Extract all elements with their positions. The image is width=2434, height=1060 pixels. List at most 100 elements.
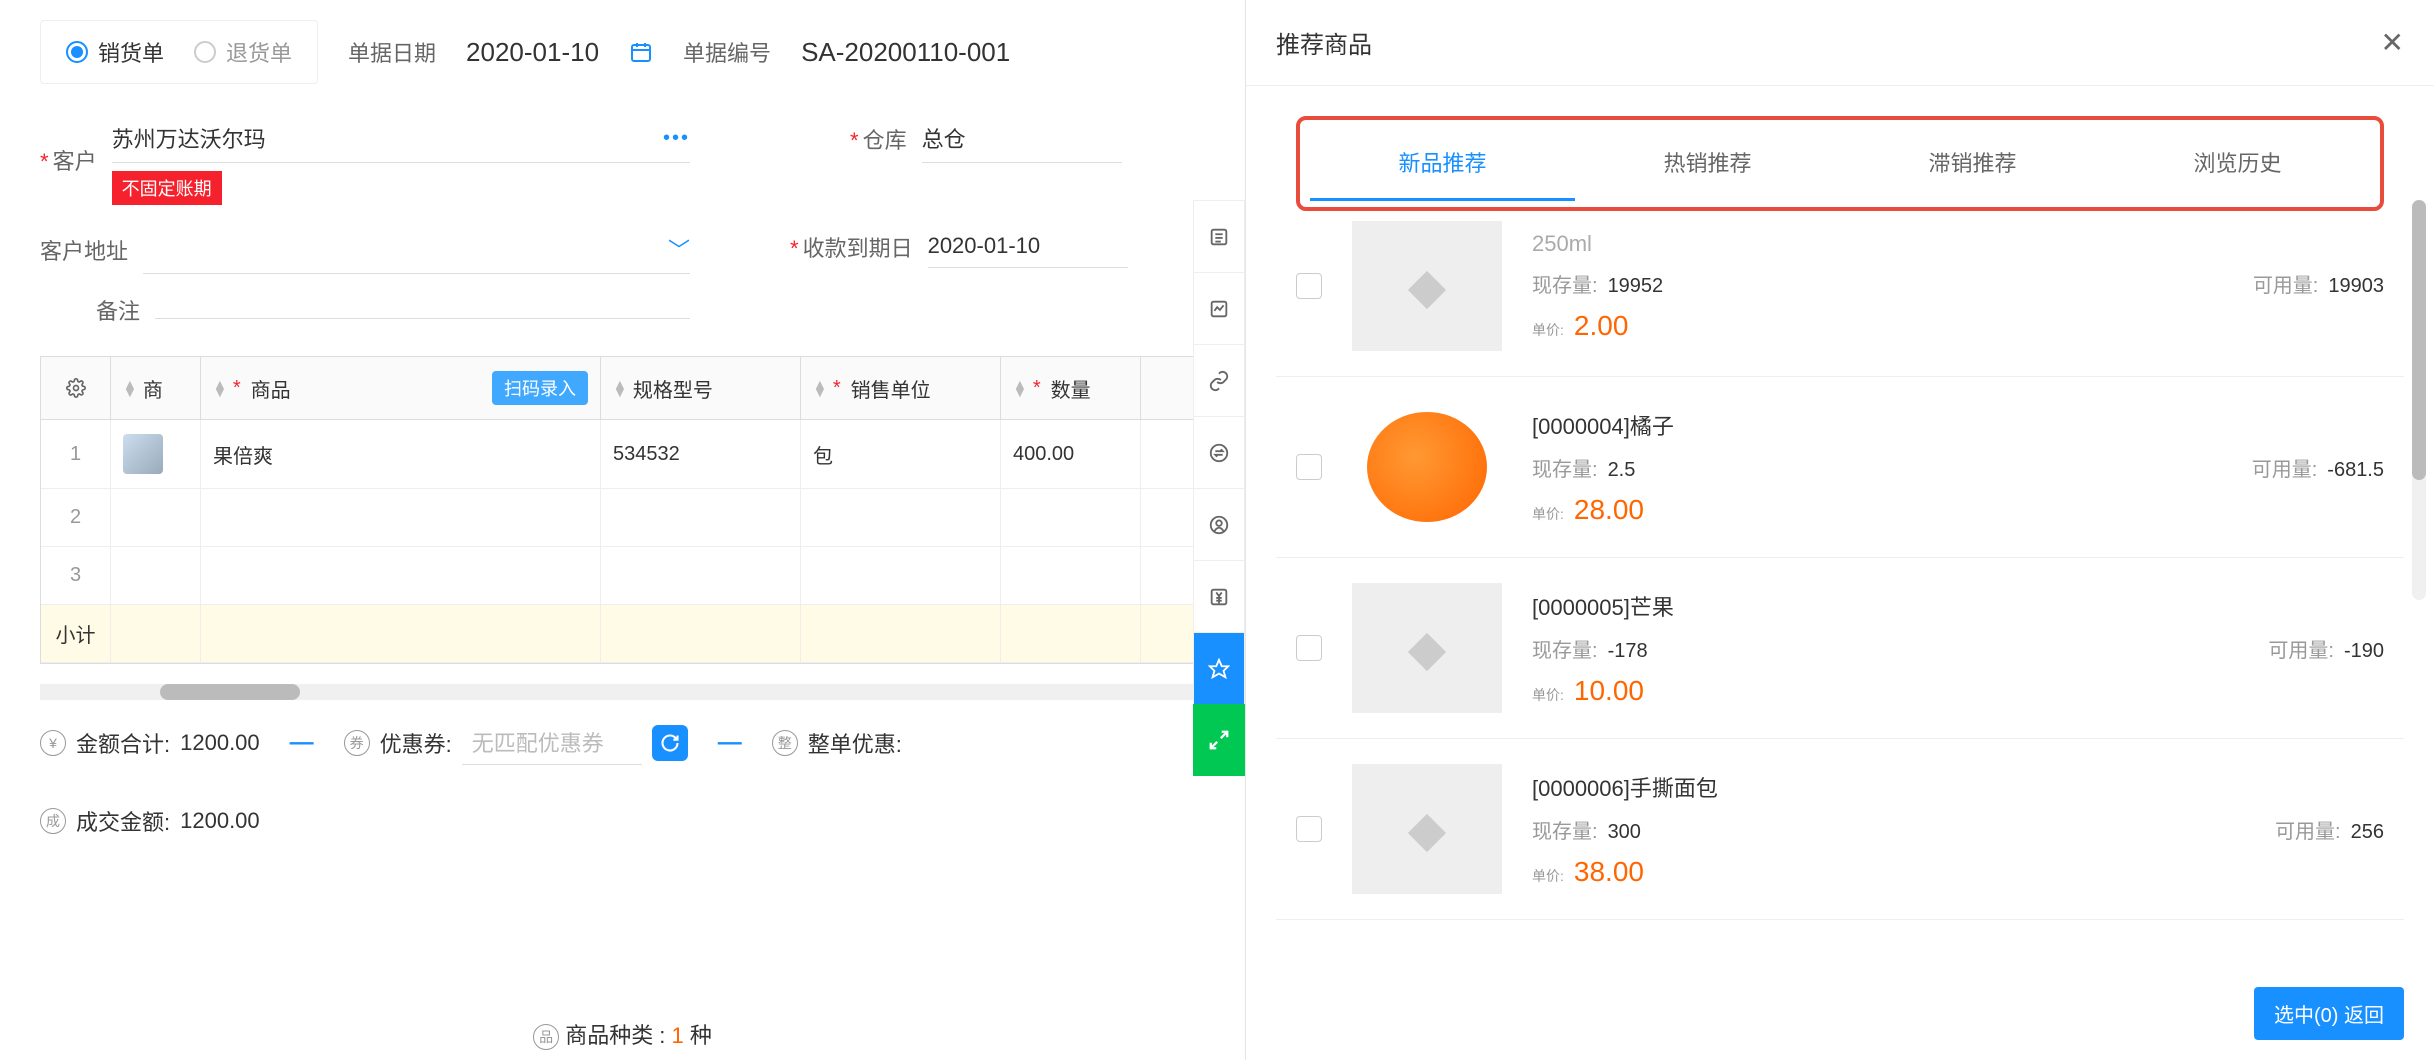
- gear-icon: [66, 378, 86, 398]
- table-row[interactable]: 3: [41, 547, 1204, 605]
- doc-no-value: SA-20200110-001: [801, 37, 1010, 68]
- tab-new[interactable]: 新品推荐: [1310, 126, 1575, 201]
- person-icon: [1208, 514, 1230, 536]
- due-input[interactable]: 2020-01-10: [928, 225, 1128, 268]
- product-info: 250ml 现存量:19952 可用量:19903 单价:2.00: [1532, 231, 2384, 342]
- table-row[interactable]: 1 果倍爽 534532 包 400.00: [41, 420, 1204, 489]
- table-row[interactable]: 2: [41, 489, 1204, 547]
- sort-icon: ▲▼: [1013, 380, 1027, 396]
- product-name: [0000006]手撕面包: [1532, 771, 2384, 803]
- product-name: 250ml: [1532, 231, 2384, 257]
- refresh-button[interactable]: [652, 725, 688, 761]
- cell-product[interactable]: 果倍爽: [201, 420, 601, 488]
- tab-slow[interactable]: 滞销推荐: [1840, 126, 2105, 201]
- warehouse-input[interactable]: 总仓: [922, 114, 1122, 163]
- select-return-button[interactable]: 选中(0) 返回: [2254, 987, 2404, 1040]
- close-icon[interactable]: ✕: [2381, 26, 2404, 59]
- remark-label: 备注: [96, 294, 140, 326]
- minus-icon: —: [718, 729, 742, 757]
- form-row-2: 客户地址 ﹀ *收款到期日 2020-01-10: [0, 215, 1245, 284]
- coupon-group: 券 优惠券: 无匹配优惠券: [344, 720, 688, 765]
- scan-button[interactable]: 扫码录入: [492, 371, 588, 405]
- cell-spec[interactable]: 534532: [601, 420, 801, 488]
- remark-input[interactable]: [155, 302, 690, 319]
- cell-qty[interactable]: 400.00: [1001, 420, 1141, 488]
- sort-icon: ▲▼: [813, 380, 827, 396]
- subtotal-label: 小计: [41, 605, 111, 662]
- row-number: 1: [41, 420, 111, 488]
- radio-return-order[interactable]: 退货单: [194, 36, 292, 68]
- tool-chart[interactable]: [1193, 272, 1245, 344]
- minus-icon: —: [290, 729, 314, 757]
- customer-input[interactable]: 苏州万达沃尔玛 •••: [112, 114, 690, 163]
- address-label: 客户地址: [40, 234, 128, 266]
- grid-header: ▲▼商 ▲▼*商品扫码录入 ▲▼规格型号 ▲▼*销售单位 ▲▼*数量: [41, 357, 1204, 420]
- whole-discount: 整 整单优惠:: [772, 727, 902, 759]
- discount-icon: 整: [772, 730, 798, 756]
- checkbox[interactable]: [1296, 454, 1322, 480]
- tab-history[interactable]: 浏览历史: [2105, 126, 2370, 201]
- checkbox[interactable]: [1296, 273, 1322, 299]
- customer-tag: 不固定账期: [112, 171, 222, 205]
- address-input[interactable]: ﹀: [143, 225, 690, 274]
- remark-group: 备注: [40, 294, 690, 326]
- cell-unit[interactable]: 包: [801, 420, 1001, 488]
- form-row-1: *客户 苏州万达沃尔玛 ••• 不固定账期 *仓库 总仓: [0, 104, 1245, 215]
- order-type-group: 销货单 退货单: [40, 20, 318, 84]
- tab-hot[interactable]: 热销推荐: [1575, 126, 1840, 201]
- tool-link[interactable]: [1193, 344, 1245, 416]
- yen-icon: ¥: [40, 730, 66, 756]
- scroll-thumb[interactable]: [160, 684, 300, 700]
- checkbox[interactable]: [1296, 816, 1322, 842]
- product-info: [0000005]芒果 现存量:-178 可用量:-190 单价:10.00: [1532, 590, 2384, 707]
- col-product[interactable]: ▲▼*商品扫码录入: [201, 357, 601, 419]
- doc-date-label: 单据日期: [348, 36, 436, 68]
- doc-date-value[interactable]: 2020-01-10: [466, 37, 599, 68]
- address-group: 客户地址 ﹀: [40, 225, 690, 274]
- horizontal-scrollbar[interactable]: [40, 684, 1205, 700]
- tool-expand[interactable]: [1193, 704, 1245, 776]
- tool-favorite[interactable]: [1193, 632, 1245, 704]
- col-unit[interactable]: ▲▼*销售单位: [801, 357, 1001, 419]
- list-item[interactable]: ◆ [0000005]芒果 现存量:-178 可用量:-190 单价:10.00: [1276, 558, 2404, 739]
- panel-title: 推荐商品: [1276, 25, 1372, 60]
- product-name: [0000005]芒果: [1532, 590, 2384, 622]
- line-items-grid: ▲▼商 ▲▼*商品扫码录入 ▲▼规格型号 ▲▼*销售单位 ▲▼*数量 1 果倍爽…: [40, 356, 1205, 664]
- form-row-3: 备注: [0, 284, 1245, 336]
- sort-icon: ▲▼: [613, 380, 627, 396]
- calendar-icon[interactable]: [629, 40, 653, 64]
- vertical-scrollbar[interactable]: [2412, 200, 2426, 600]
- list-item[interactable]: ◆ [0000006]手撕面包 现存量:300 可用量:256 单价:38.00: [1276, 739, 2404, 920]
- radio-sales-order[interactable]: 销货单: [66, 36, 164, 68]
- col-image[interactable]: ▲▼商: [111, 357, 201, 419]
- panel-footer: 选中(0) 返回: [2224, 967, 2434, 1060]
- tool-person[interactable]: [1193, 488, 1245, 560]
- coupon-input[interactable]: 无匹配优惠券: [462, 720, 642, 765]
- tool-exchange[interactable]: [1193, 416, 1245, 488]
- radio-icon: [194, 41, 216, 63]
- totals-row-2: 成 成交金额: 1200.00: [0, 785, 1245, 857]
- sort-icon: ▲▼: [123, 380, 137, 396]
- chevron-down-icon[interactable]: ﹀: [668, 233, 690, 265]
- col-spec[interactable]: ▲▼规格型号: [601, 357, 801, 419]
- customer-group: *客户 苏州万达沃尔玛 ••• 不固定账期: [40, 114, 690, 205]
- recommend-panel: 推荐商品 ✕ 新品推荐 热销推荐 滞销推荐 浏览历史 ◆ 250ml 现存量:1…: [1245, 0, 2434, 1060]
- totals-row-1: ¥ 金额合计: 1200.00 — 券 优惠券: 无匹配优惠券 — 整 整单优惠…: [0, 700, 1245, 785]
- scroll-thumb[interactable]: [2412, 200, 2426, 480]
- list-item[interactable]: ◆ 250ml 现存量:19952 可用量:19903 单价:2.00: [1276, 221, 2404, 377]
- yen-icon: [1208, 586, 1230, 608]
- grid-settings[interactable]: [41, 357, 111, 419]
- warehouse-value: 总仓: [922, 122, 966, 154]
- kinds-icon: 品: [533, 1024, 559, 1050]
- checkbox[interactable]: [1296, 635, 1322, 661]
- radio-icon: [66, 41, 88, 63]
- star-icon: [1208, 658, 1230, 680]
- row-number: 3: [41, 547, 111, 604]
- list-item[interactable]: [0000004]橘子 现存量:2.5 可用量:-681.5 单价:28.00: [1276, 377, 2404, 558]
- col-qty[interactable]: ▲▼*数量: [1001, 357, 1141, 419]
- panel-header: 推荐商品 ✕: [1246, 0, 2434, 86]
- tool-list[interactable]: [1193, 200, 1245, 272]
- link-icon: [1208, 370, 1230, 392]
- tool-currency[interactable]: [1193, 560, 1245, 632]
- more-icon[interactable]: •••: [663, 127, 690, 150]
